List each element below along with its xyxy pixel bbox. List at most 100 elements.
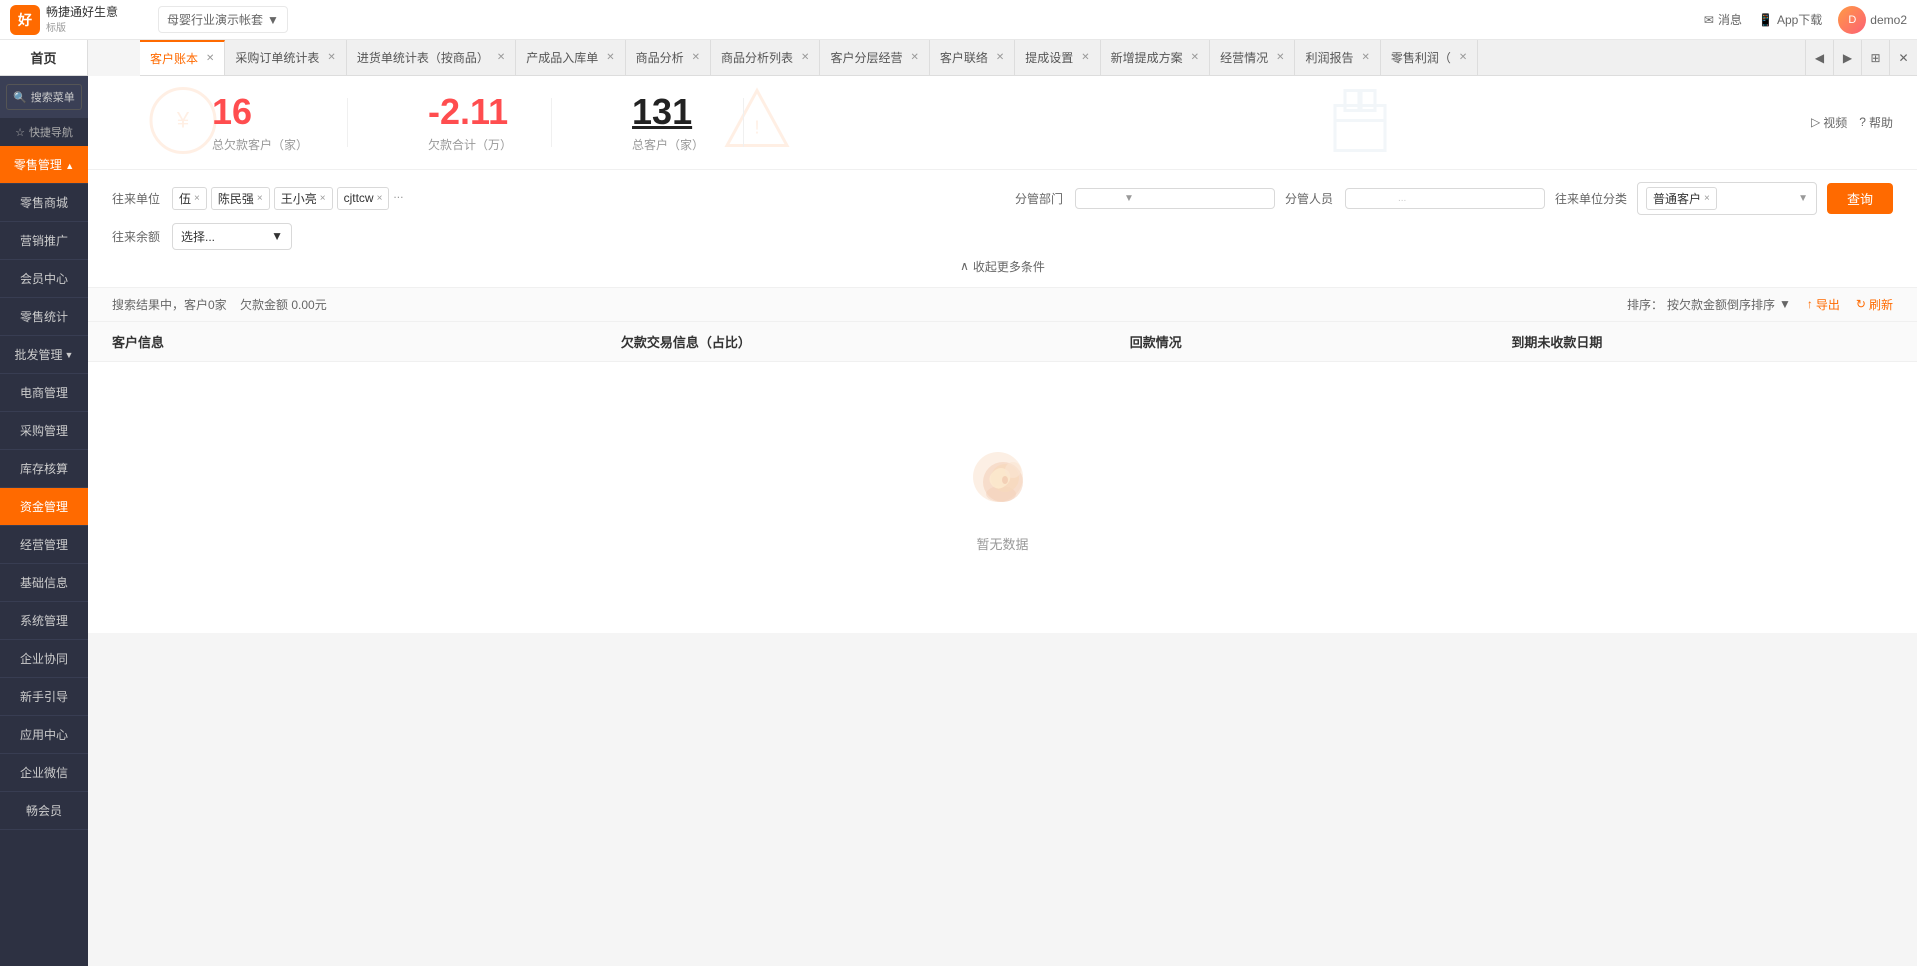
sidebar-item-retail[interactable]: 零售管理 ▲	[0, 146, 88, 184]
tab-operations[interactable]: 经营情况 ✕	[1210, 40, 1295, 76]
tab-customer-contact[interactable]: 客户联络 ✕	[930, 40, 1015, 76]
sidebar-item-member[interactable]: 会员中心	[0, 260, 88, 298]
tab-profit-report[interactable]: 利润报告 ✕	[1295, 40, 1380, 76]
sidebar-item-marketing[interactable]: 营销推广	[0, 222, 88, 260]
sidebar-item-apps[interactable]: 应用中心	[0, 716, 88, 754]
user-area[interactable]: D demo2	[1838, 6, 1907, 34]
filter-tag-normal-close[interactable]: ×	[1704, 193, 1710, 204]
sidebar-item-retail-mall[interactable]: 零售商城	[0, 184, 88, 222]
stat3-bg-icon	[1325, 86, 1395, 159]
sidebar-item-vip[interactable]: 畅会员	[0, 792, 88, 830]
tab-retail-profit-close[interactable]: ✕	[1459, 52, 1467, 63]
filter-class-tags: 普通客户 ×	[1646, 187, 1758, 210]
help-btn[interactable]: ? 帮助	[1859, 114, 1893, 131]
tab-stock-stats-close[interactable]: ✕	[497, 52, 505, 63]
sort-label: 排序：	[1627, 296, 1663, 313]
filter-tag-wu-close[interactable]: ×	[194, 193, 200, 204]
export-label: 导出	[1816, 296, 1840, 313]
filter-tag-wang-text: 王小亮	[281, 190, 317, 207]
tab-new-commission-close[interactable]: ✕	[1191, 52, 1199, 63]
sidebar-search-btn[interactable]: 🔍 搜索菜单	[6, 84, 82, 110]
sidebar-item-operations[interactable]: 经营管理	[0, 526, 88, 564]
tab-customer-layer-label: 客户分层经营	[830, 49, 902, 66]
tab-goods-list[interactable]: 商品分析列表 ✕	[711, 40, 820, 76]
tabs-next-btn[interactable]: ▶	[1833, 40, 1861, 76]
top-bar-right: ✉ 消息 📱 App下载 D demo2	[1704, 6, 1907, 34]
tab-customer-layer[interactable]: 客户分层经营 ✕	[820, 40, 929, 76]
sidebar-item-enterprise[interactable]: 企业协同	[0, 640, 88, 678]
sidebar-item-ecommerce[interactable]: 电商管理	[0, 374, 88, 412]
sidebar-item-purchase[interactable]: 采购管理	[0, 412, 88, 450]
tab-goods-analysis[interactable]: 商品分析 ✕	[626, 40, 711, 76]
filter-tag-cjttcw-close[interactable]: ×	[377, 193, 383, 204]
sort-select[interactable]: 排序： 按欠款金额倒序排序 ▼	[1627, 296, 1791, 313]
filter-class-select[interactable]: 普通客户 × ▼	[1637, 182, 1817, 215]
tab-goods-list-close[interactable]: ✕	[801, 52, 809, 63]
tab-profit-report-close[interactable]: ✕	[1361, 52, 1369, 63]
sidebar-item-finance-label: 资金管理	[20, 500, 68, 514]
industry-selector[interactable]: 母婴行业演示帐套 ▼	[158, 6, 288, 33]
sidebar-item-inventory[interactable]: 库存核算	[0, 450, 88, 488]
sidebar-quick-nav[interactable]: ☆ 快捷导航	[0, 118, 88, 146]
sidebar-item-newbie[interactable]: 新手引导	[0, 678, 88, 716]
query-button[interactable]: 查询	[1827, 183, 1893, 214]
tab-product-in[interactable]: 产成品入库单 ✕	[516, 40, 625, 76]
collapse-btn[interactable]: ∧ 收起更多条件	[112, 258, 1893, 275]
stat-block-1: 16 总欠款客户（家）	[112, 92, 348, 153]
filter-tag-wang-close[interactable]: ×	[320, 193, 326, 204]
tab-customer-contact-label: 客户联络	[940, 49, 988, 66]
video-label: 视频	[1823, 114, 1847, 131]
filter-tag-chen-close[interactable]: ×	[257, 193, 263, 204]
tab-purchase-order[interactable]: 采购订单统计表 ✕	[225, 40, 346, 76]
filter-row-1: 往来单位 伍 × 陈民强 × 王小亮 × cjttcw × ...	[112, 182, 1893, 215]
star-icon: ☆	[15, 126, 25, 139]
logo-text: 畅捷通好生意	[46, 5, 118, 19]
tabs-expand-btn[interactable]: ⊞	[1861, 40, 1889, 76]
tab-new-commission[interactable]: 新增提成方案 ✕	[1101, 40, 1210, 76]
tab-retail-profit[interactable]: 零售利润（ ✕	[1381, 40, 1478, 76]
sidebar-item-ecommerce-label: 电商管理	[20, 386, 68, 400]
sidebar-wholesale-arrow-icon: ▼	[65, 350, 74, 360]
filter-more-btn[interactable]: ...	[393, 187, 403, 210]
sidebar-item-retail-stats[interactable]: 零售统计	[0, 298, 88, 336]
tab-customer-contact-close[interactable]: ✕	[996, 52, 1004, 63]
sidebar-item-system[interactable]: 系统管理	[0, 602, 88, 640]
table-empty-state: 暂无数据	[88, 362, 1917, 633]
sidebar-item-wholesale[interactable]: 批发管理 ▼	[0, 336, 88, 374]
tab-client-account[interactable]: 客户账本 ✕	[140, 40, 225, 76]
sidebar-item-basic[interactable]: 基础信息	[0, 564, 88, 602]
tabs-prev-btn[interactable]: ◀	[1805, 40, 1833, 76]
filter-person-select[interactable]: ...	[1345, 188, 1545, 209]
filter-person-label: 分管人员	[1285, 190, 1335, 207]
home-tab[interactable]: 首页	[30, 48, 56, 67]
refresh-btn[interactable]: ↻ 刷新	[1856, 296, 1893, 313]
empty-icon	[963, 442, 1043, 522]
filter-tag-wu-text: 伍	[179, 190, 191, 207]
tabs-close-all-btn[interactable]: ✕	[1889, 40, 1917, 76]
phone-icon: 📱	[1758, 13, 1773, 27]
tab-product-in-close[interactable]: ✕	[606, 52, 614, 63]
filter-dept-select[interactable]: ▼	[1075, 188, 1275, 209]
export-icon: ↑	[1807, 297, 1813, 311]
nav-tabs-controls: ◀ ▶ ⊞ ✕	[1805, 40, 1917, 76]
tab-customer-layer-close[interactable]: ✕	[910, 52, 918, 63]
app-download-btn[interactable]: 📱 App下载	[1758, 11, 1822, 28]
message-btn[interactable]: ✉ 消息	[1704, 11, 1742, 28]
tab-goods-analysis-close[interactable]: ✕	[692, 52, 700, 63]
tab-stock-stats[interactable]: 进货单统计表（按商品） ✕	[347, 40, 516, 76]
video-btn[interactable]: ▷ 视频	[1811, 114, 1847, 131]
sidebar-item-newbie-label: 新手引导	[20, 690, 68, 704]
tab-commission-settings[interactable]: 提成设置 ✕	[1015, 40, 1100, 76]
tab-stock-stats-label: 进货单统计表（按商品）	[357, 49, 489, 66]
filter-balance-input[interactable]: 选择... ▼	[172, 223, 292, 250]
tab-client-account-close[interactable]: ✕	[206, 53, 214, 64]
tab-purchase-order-close[interactable]: ✕	[327, 52, 335, 63]
sidebar-item-wechat[interactable]: 企业微信	[0, 754, 88, 792]
filter-dept-label: 分管部门	[1015, 190, 1065, 207]
sidebar-item-finance[interactable]: 资金管理	[0, 488, 88, 526]
sidebar-item-operations-label: 经营管理	[20, 538, 68, 552]
tab-client-account-label: 客户账本	[150, 50, 198, 67]
tab-commission-settings-close[interactable]: ✕	[1081, 52, 1089, 63]
export-btn[interactable]: ↑ 导出	[1807, 296, 1840, 313]
tab-operations-close[interactable]: ✕	[1276, 52, 1284, 63]
